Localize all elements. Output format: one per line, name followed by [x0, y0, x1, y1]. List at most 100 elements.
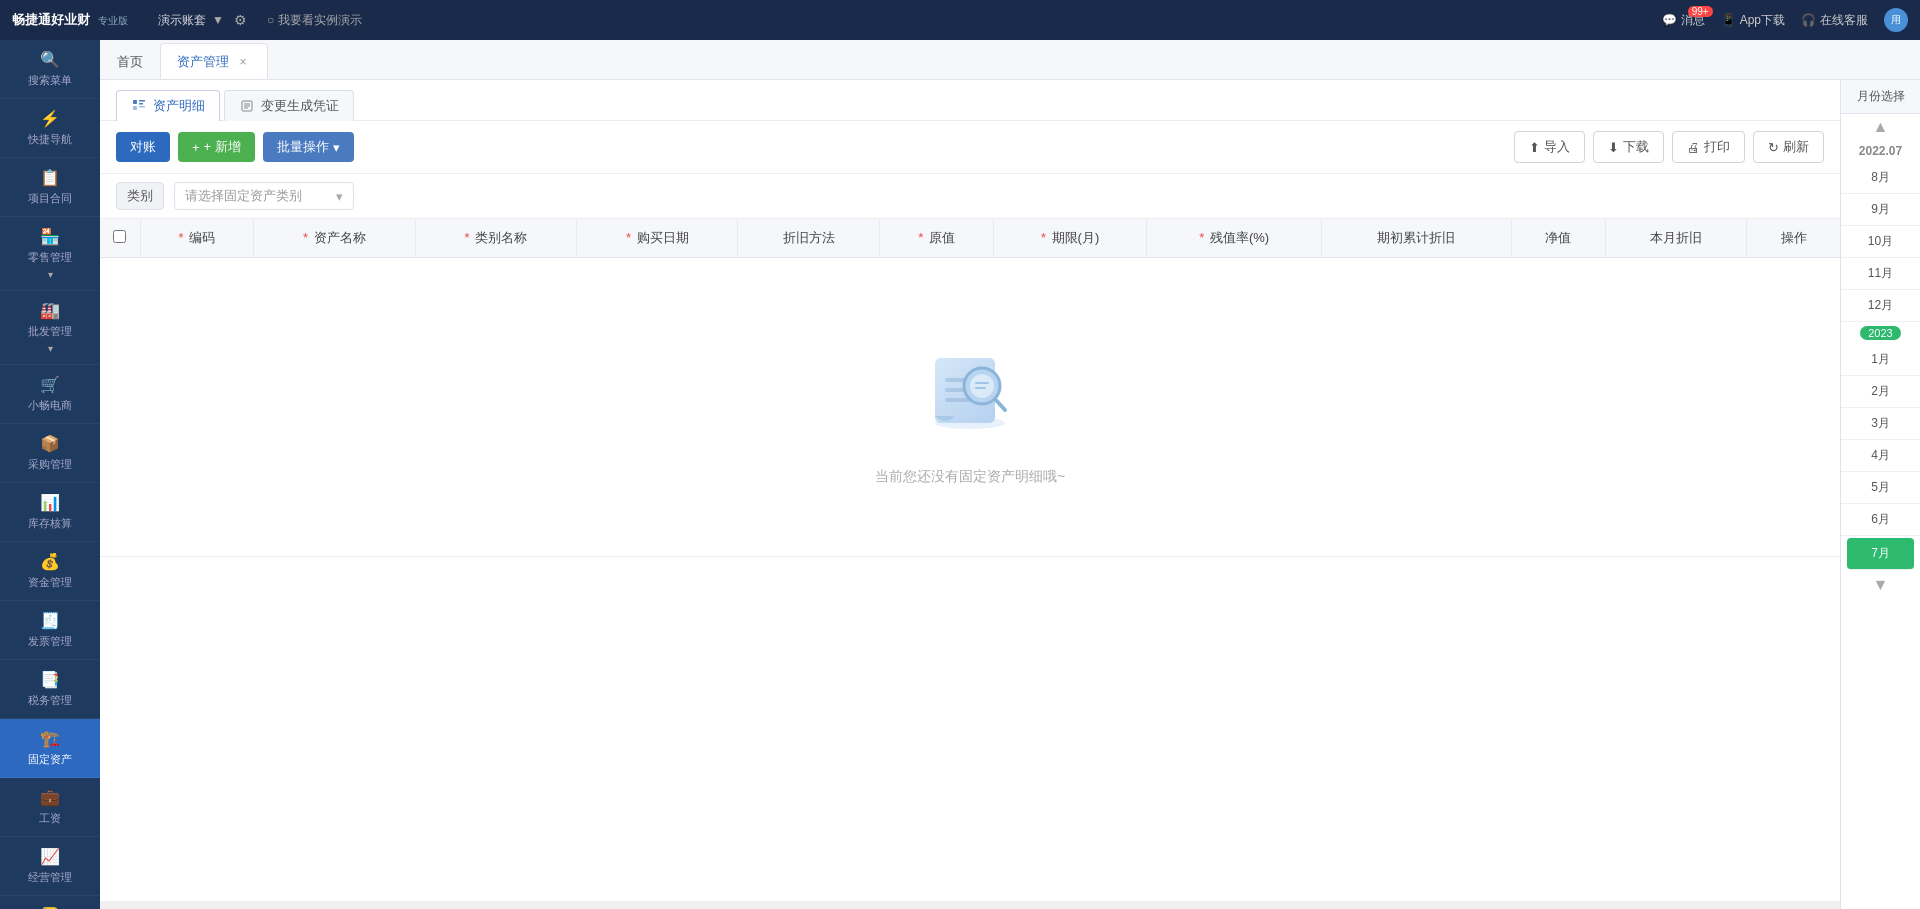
month-item-2022-10[interactable]: 10月 [1841, 226, 1920, 258]
top-bar-right: 💬 消息 99+ 📱 App下载 🎧 在线客服 用 [1662, 8, 1908, 32]
empty-text: 当前您还没有固定资产明细哦~ [875, 468, 1065, 486]
retail-icon: 🏪 [40, 227, 60, 246]
month-item-2022-11[interactable]: 11月 [1841, 258, 1920, 290]
sidebar-item-capital[interactable]: 💰 资金管理 [0, 542, 100, 601]
sidebar-item-ecommerce[interactable]: 🛒 小畅电商 [0, 365, 100, 424]
download-button[interactable]: ⬇ 下载 [1593, 131, 1664, 163]
print-button[interactable]: 🖨 打印 [1672, 131, 1745, 163]
sidebar-invoice-label: 发票管理 [28, 634, 72, 649]
import-button[interactable]: ⬆ 导入 [1514, 131, 1585, 163]
app-download-label: App下载 [1740, 12, 1785, 29]
sidebar-item-retail[interactable]: 🏪 零售管理 ▾ [0, 217, 100, 291]
toolbar: 对账 + + 新增 批量操作 ▾ ⬆ 导入 [100, 121, 1840, 174]
sidebar-item-purchase[interactable]: 📦 采购管理 [0, 424, 100, 483]
code-required-star: * [178, 230, 183, 245]
sidebar-item-wholesale[interactable]: 🏭 批发管理 ▾ [0, 291, 100, 365]
chevron-up-icon: ▲ [1873, 118, 1889, 136]
horizontal-scrollbar[interactable] [100, 901, 1840, 909]
col-purchase-date: * 购买日期 [577, 219, 738, 258]
month-item-2022-08[interactable]: 8月 [1841, 162, 1920, 194]
tab-home[interactable]: 首页 [100, 43, 160, 79]
sidebar-item-invoice[interactable]: 🧾 发票管理 [0, 601, 100, 660]
batch-ops-arrow-icon: ▾ [333, 140, 340, 155]
empty-state-row: 当前您还没有固定资产明细哦~ [100, 258, 1840, 557]
sidebar-operations-label: 经营管理 [28, 870, 72, 885]
checkbox-header [100, 219, 140, 258]
svg-rect-1 [139, 100, 145, 102]
month-nav-down-button[interactable]: ▼ [1841, 572, 1920, 598]
sidebar-capital-label: 资金管理 [28, 575, 72, 590]
message-button[interactable]: 💬 消息 99+ [1662, 12, 1705, 29]
operations-icon: 📈 [40, 847, 60, 866]
dropdown-icon[interactable]: ▼ [212, 13, 224, 27]
app-download-button[interactable]: 📱 App下载 [1721, 12, 1785, 29]
month-item-2022-12[interactable]: 12月 [1841, 290, 1920, 322]
demo-text: 我要看实例演示 [278, 12, 362, 29]
sidebar-item-tax[interactable]: 📑 税务管理 [0, 660, 100, 719]
fixed-assets-icon: 🏗️ [40, 729, 60, 748]
settings-icon[interactable]: ⚙ [234, 12, 247, 28]
sidebar-item-quicknav[interactable]: ⚡ 快捷导航 [0, 99, 100, 158]
sidebar-tax-label: 税务管理 [28, 693, 72, 708]
month-item-2023-01[interactable]: 1月 [1841, 344, 1920, 376]
add-button[interactable]: + + 新增 [178, 132, 255, 162]
sidebar-search-label: 搜索菜单 [28, 73, 72, 88]
ecommerce-icon: 🛒 [40, 375, 60, 394]
main-layout: 🔍 搜索菜单 ⚡ 快捷导航 📋 项目合同 🏪 零售管理 ▾ 🏭 批发管理 ▾ 🛒… [0, 40, 1920, 909]
sub-tab-asset-detail[interactable]: 资产明细 [116, 90, 220, 121]
col-code: * 编码 [140, 219, 254, 258]
chevron-down-icon: ▼ [1873, 576, 1889, 594]
month-item-2023-07[interactable]: 7月 [1847, 538, 1914, 570]
top-bar-left: 畅捷通好业财 专业版 [12, 11, 128, 29]
demo-link[interactable]: ○ 我要看实例演示 [267, 12, 362, 29]
col-residual-rate-label: 残值率(%) [1210, 230, 1269, 245]
col-code-label: 编码 [189, 230, 215, 245]
col-category-label: 类别名称 [475, 230, 527, 245]
refresh-button[interactable]: ↻ 刷新 [1753, 131, 1824, 163]
sub-tab-change-voucher[interactable]: 变更生成凭证 [224, 90, 354, 121]
headset-icon: 🎧 [1801, 13, 1816, 27]
select-all-checkbox[interactable] [113, 230, 126, 243]
col-monthly-depreciation: 本月折旧 [1605, 219, 1747, 258]
col-operations-label: 操作 [1781, 230, 1807, 245]
col-term-label: 期限(月) [1052, 230, 1100, 245]
category-filter-select[interactable]: 请选择固定资产类别 ▾ [174, 182, 354, 210]
online-service-button[interactable]: 🎧 在线客服 [1801, 12, 1868, 29]
tab-close-icon[interactable]: × [235, 54, 251, 70]
user-avatar[interactable]: 用 [1884, 8, 1908, 32]
col-accumulated-depreciation-label: 期初累计折旧 [1377, 230, 1455, 245]
invoice-icon: 🧾 [40, 611, 60, 630]
sidebar-item-project[interactable]: 📋 项目合同 [0, 158, 100, 217]
voucher-icon [239, 98, 255, 114]
reconcile-button[interactable]: 对账 [116, 132, 170, 162]
sidebar-item-ledger[interactable]: 📒 总账管理 [0, 896, 100, 909]
svg-line-17 [995, 399, 1005, 410]
month-nav-up-button[interactable]: ▲ [1841, 114, 1920, 140]
category-filter-label: 类别 [116, 182, 164, 210]
empty-state: 当前您还没有固定资产明细哦~ [112, 268, 1828, 546]
batch-ops-button[interactable]: 批量操作 ▾ [263, 132, 354, 162]
sidebar-item-fixed-assets[interactable]: 🏗️ 固定资产 [0, 719, 100, 778]
month-item-2023-06[interactable]: 6月 [1841, 504, 1920, 536]
sidebar-item-salary[interactable]: 💼 工资 [0, 778, 100, 837]
col-category: * 类别名称 [415, 219, 576, 258]
toolbar-right: ⬆ 导入 ⬇ 下载 🖨 打印 ↻ 刷新 [1514, 131, 1824, 163]
sidebar-ecommerce-label: 小畅电商 [28, 398, 72, 413]
col-original-value-label: 原值 [929, 230, 955, 245]
month-item-2023-05[interactable]: 5月 [1841, 472, 1920, 504]
sidebar-item-inventory[interactable]: 📊 库存核算 [0, 483, 100, 542]
month-item-2023-03[interactable]: 3月 [1841, 408, 1920, 440]
sidebar-item-search[interactable]: 🔍 搜索菜单 [0, 40, 100, 99]
app-title: 畅捷通好业财 [12, 11, 90, 29]
month-item-2022-09[interactable]: 9月 [1841, 194, 1920, 226]
company-selector[interactable]: 演示账套 ▼ [158, 12, 224, 29]
tab-home-label: 首页 [117, 53, 143, 71]
year-2023-badge: 2023 [1860, 326, 1900, 340]
list-icon [131, 98, 147, 114]
tab-assets-management[interactable]: 资产管理 × [160, 43, 268, 79]
refresh-icon: ↻ [1768, 140, 1779, 155]
month-item-2023-02[interactable]: 2月 [1841, 376, 1920, 408]
sidebar-item-operations[interactable]: 📈 经营管理 [0, 837, 100, 896]
col-net-value: 净值 [1511, 219, 1605, 258]
month-item-2023-04[interactable]: 4月 [1841, 440, 1920, 472]
